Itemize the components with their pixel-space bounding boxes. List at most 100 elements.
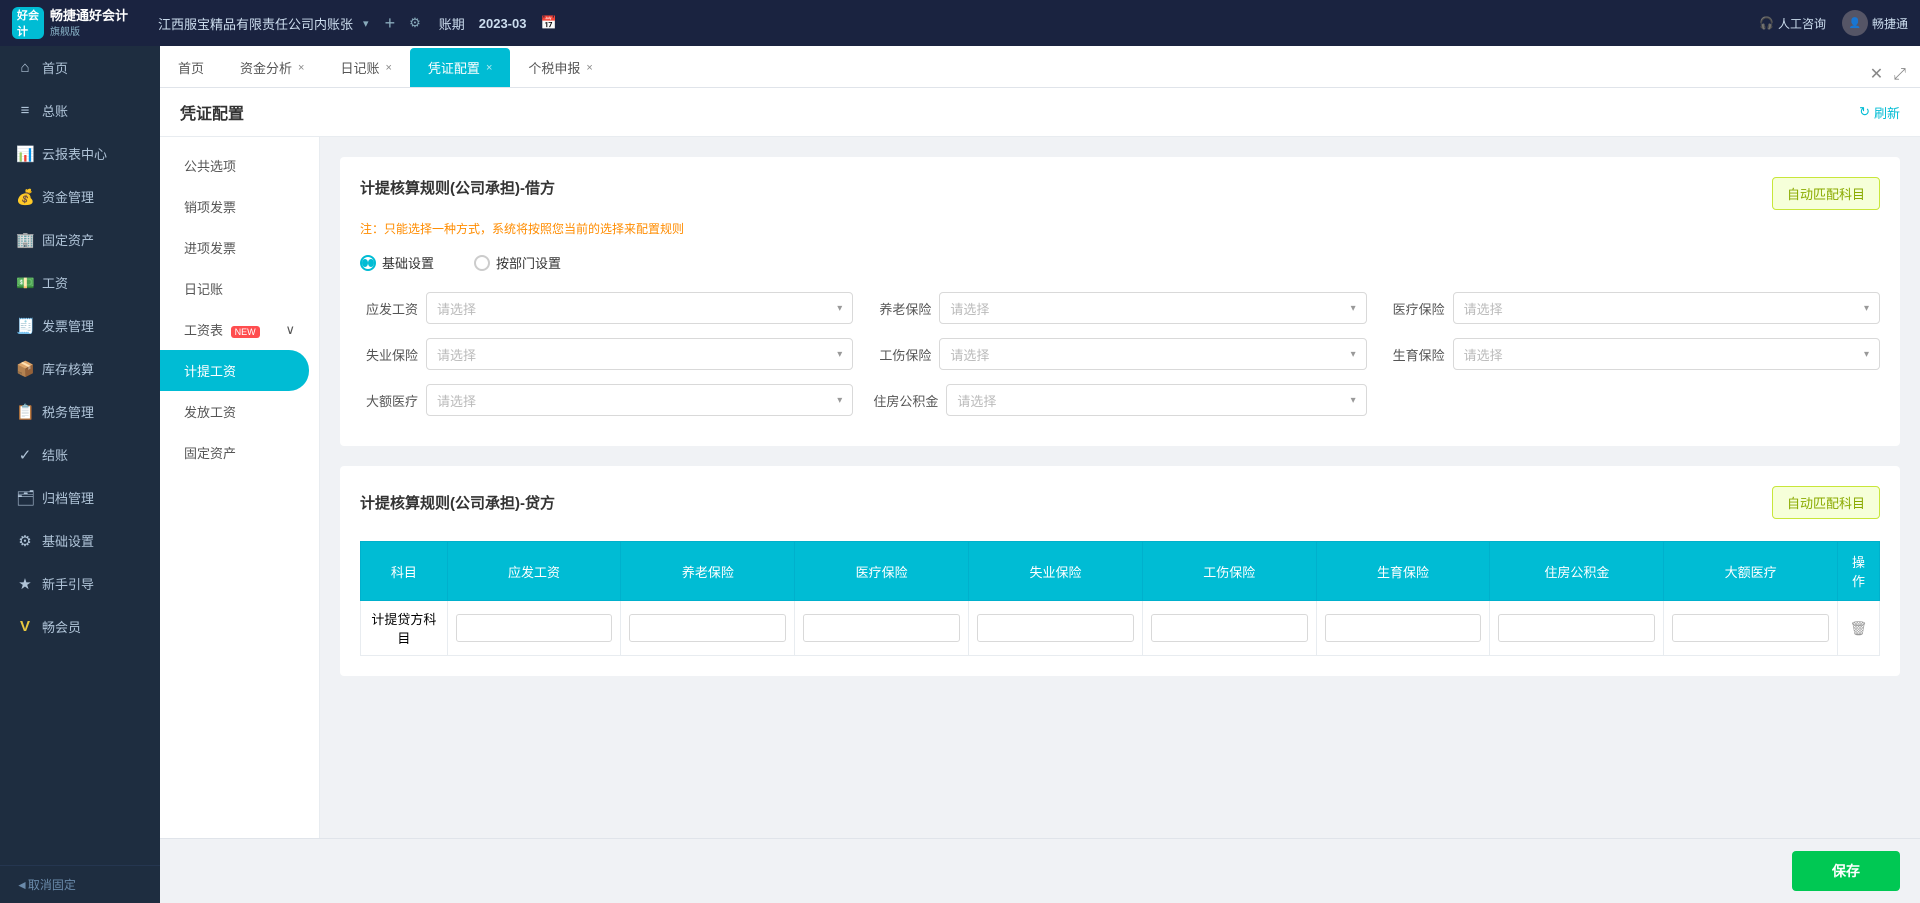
cell-unemployment [969,601,1143,656]
injury-placeholder: 请选择 [950,345,989,364]
refresh-button[interactable]: ↻ 刷新 [1859,103,1900,122]
sidebar-item-reports[interactable]: 📊 云报表中心 [0,132,160,175]
unpin-button[interactable]: ◄取消固定 [0,865,160,903]
tax-icon: 📋 [16,403,34,421]
sub-nav-sales[interactable]: 销项发票 [160,186,319,227]
cell-gross-salary [447,601,621,656]
tab-home[interactable]: 首页 [160,48,222,87]
col-maternity: 生育保险 [1316,542,1490,601]
user-button[interactable]: 👤 畅捷通 [1842,10,1908,36]
dropdown-arrow-icon: ▾ [1351,349,1356,360]
sidebar-item-home[interactable]: ⌂ 首页 [0,46,160,89]
credit-auto-match-button[interactable]: 自动匹配科目 [1772,486,1880,519]
debit-note: 注：只能选择一种方式，系统将按照您当前的选择来配置规则 [360,220,1880,237]
tab-close-icon[interactable]: × [298,62,304,74]
radio-by-dept[interactable]: 按部门设置 [474,253,561,272]
closing-icon: ✓ [16,446,34,464]
input-housing-fund[interactable] [1498,614,1655,642]
form-item-injury: 工伤保险 请选择 ▾ [873,338,1366,370]
gross-salary-placeholder: 请选择 [437,299,476,318]
maternity-select[interactable]: 请选择 ▾ [1453,338,1880,370]
reports-icon: 📊 [16,145,34,163]
sidebar-item-archive[interactable]: 🗂 归档管理 [0,476,160,519]
major-medical-select[interactable]: 请选择 ▾ [426,384,853,416]
support-button[interactable]: 🎧 人工咨询 [1759,15,1826,32]
pension-select[interactable]: 请选择 ▾ [939,292,1366,324]
company-dropdown-icon[interactable]: ▾ [363,17,369,30]
sub-nav-public[interactable]: 公共选项 [160,145,319,186]
gross-salary-label: 应发工资 [360,299,418,318]
dropdown-arrow-icon: ▾ [837,349,842,360]
sub-nav-payroll-calc[interactable]: 计提工资 [160,350,309,391]
housing-fund-select[interactable]: 请选择 ▾ [946,384,1366,416]
sub-nav-payroll-pay[interactable]: 发放工资 [160,391,319,432]
dropdown-arrow-icon: ▾ [837,395,842,406]
tab-close-icon[interactable]: × [486,62,492,74]
tab-tax[interactable]: 个税申报 × [510,48,610,87]
sidebar: ⌂ 首页 ≡ 总账 📊 云报表中心 💰 资金管理 🏢 固定资产 💵 工资 🧾 发… [0,46,160,903]
save-button[interactable]: 保存 [1792,851,1900,891]
credit-section-header: 计提核算规则(公司承担)-贷方 自动匹配科目 [360,486,1880,529]
gross-salary-select[interactable]: 请选择 ▾ [426,292,853,324]
sub-nav-purchase[interactable]: 进项发票 [160,227,319,268]
refresh-icon: ↻ [1859,104,1870,120]
sub-nav: 公共选项 销项发票 进项发票 日记账 工资表 NEW ∨ 计提工资 发放工资 固… [160,137,320,838]
medical-select[interactable]: 请选择 ▾ [1453,292,1880,324]
table-row: 计提贷方科目 🗑 [361,601,1880,656]
medical-placeholder: 请选择 [1464,299,1503,318]
save-bar: 保存 [160,838,1920,903]
maximize-window-button[interactable]: ⤢ [1893,67,1906,83]
sub-nav-payroll-table[interactable]: 工资表 NEW ∨ [160,309,319,350]
guide-icon: ★ [16,575,34,593]
tab-funds[interactable]: 资金分析 × [222,48,322,87]
dropdown-arrow-icon: ▾ [1351,395,1356,406]
new-badge: NEW [231,326,260,338]
credit-section-title: 计提核算规则(公司承担)-贷方 [360,492,555,513]
funds-icon: 💰 [16,188,34,206]
sidebar-item-salary[interactable]: 💵 工资 [0,261,160,304]
tab-journal[interactable]: 日记账 × [322,48,409,87]
sidebar-item-closing[interactable]: ✓ 结账 [0,433,160,476]
tab-close-icon[interactable]: × [586,62,592,74]
unemployment-label: 失业保险 [360,345,418,364]
sub-nav-fixed-assets[interactable]: 固定资产 [160,432,319,473]
input-pension[interactable] [629,614,786,642]
sidebar-item-tax[interactable]: 📋 税务管理 [0,390,160,433]
input-major-medical[interactable] [1672,614,1829,642]
sidebar-item-settings[interactable]: ⚙ 基础设置 [0,519,160,562]
input-medical[interactable] [803,614,960,642]
sidebar-item-assets[interactable]: 🏢 固定资产 [0,218,160,261]
cell-subject-name: 计提贷方科目 [361,601,448,656]
radio-basic[interactable]: 基础设置 [360,253,434,272]
input-unemployment[interactable] [977,614,1134,642]
cell-maternity [1316,601,1490,656]
sidebar-item-label: 畅会员 [42,617,81,636]
sidebar-item-ledger[interactable]: ≡ 总账 [0,89,160,132]
close-window-button[interactable]: ✕ [1870,67,1883,83]
sidebar-item-funds[interactable]: 💰 资金管理 [0,175,160,218]
sub-nav-journal[interactable]: 日记账 [160,268,319,309]
sidebar-item-guide[interactable]: ★ 新手引导 [0,562,160,605]
unemployment-select[interactable]: 请选择 ▾ [426,338,853,370]
sidebar-item-inventory[interactable]: 📦 库存核算 [0,347,160,390]
injury-select[interactable]: 请选择 ▾ [939,338,1366,370]
input-injury[interactable] [1151,614,1308,642]
housing-fund-label: 住房公积金 [873,391,938,410]
sidebar-item-label: 固定资产 [42,230,94,249]
debit-auto-match-button[interactable]: 自动匹配科目 [1772,177,1880,210]
debit-section-title: 计提核算规则(公司承担)-借方 [360,177,1880,198]
tab-voucher[interactable]: 凭证配置 × [410,48,510,87]
sidebar-item-member[interactable]: V 畅会员 [0,605,160,648]
calendar-icon[interactable]: 📅 [540,15,556,31]
settings-icon[interactable]: ⚙ [409,15,421,31]
sidebar-item-invoices[interactable]: 🧾 发票管理 [0,304,160,347]
tab-close-icon[interactable]: × [385,62,391,74]
add-button[interactable]: + [385,13,396,34]
delete-row-button[interactable]: 🗑 [1850,620,1868,636]
logo-icon: 好会计 [12,7,44,39]
tabbar: 首页 资金分析 × 日记账 × 凭证配置 × 个税申报 × ✕ ⤢ [160,46,1920,88]
period-value[interactable]: 2023-03 [479,16,527,31]
input-gross-salary[interactable] [456,614,613,642]
input-maternity[interactable] [1325,614,1482,642]
dropdown-arrow-icon: ▾ [837,303,842,314]
